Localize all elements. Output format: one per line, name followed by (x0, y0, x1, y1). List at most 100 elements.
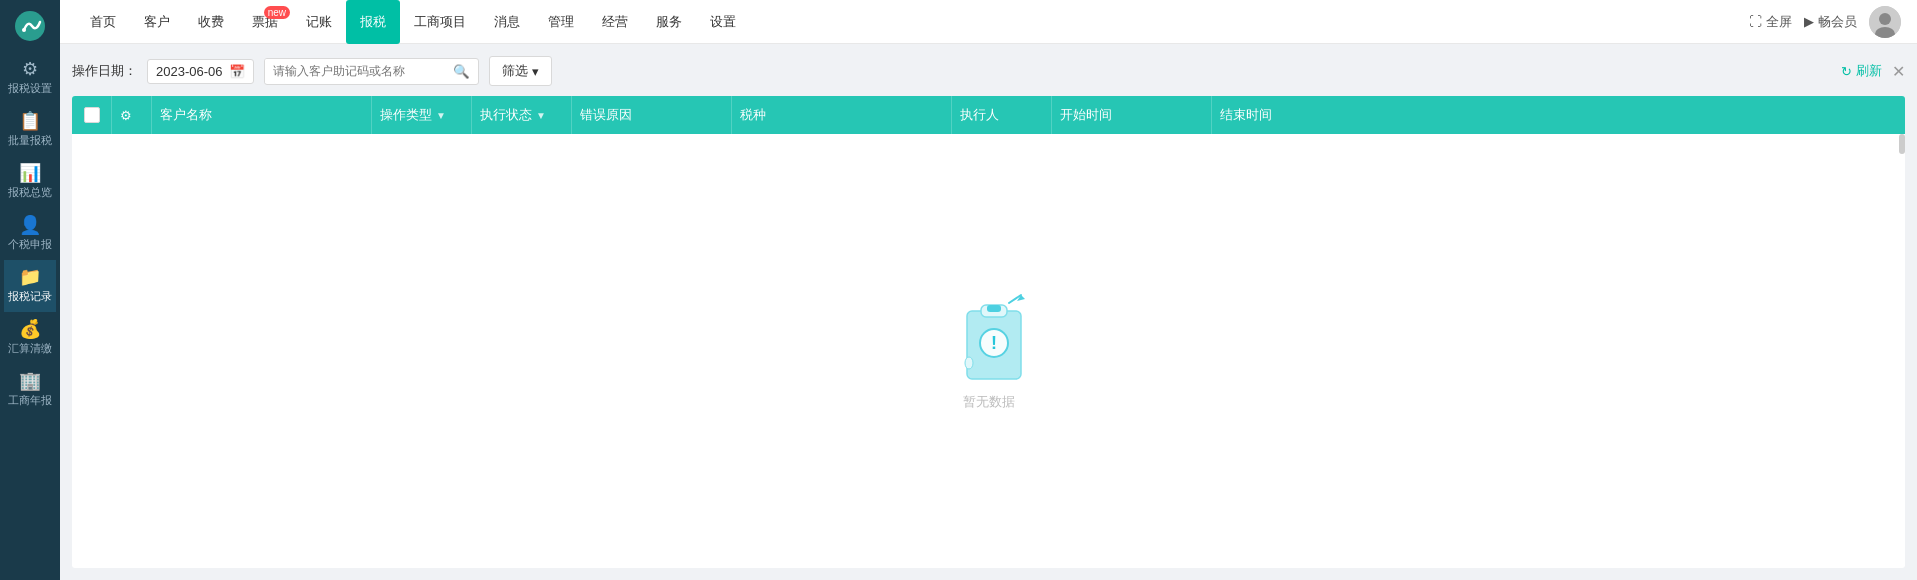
sidebar: ⚙ 报税设置📋 批量报税📊 报税总览👤 个税申报📁 报税记录💰 汇算清缴🏢 工商… (0, 0, 60, 580)
sidebar-item-baoshui-shezhi[interactable]: ⚙ 报税设置 (4, 52, 56, 104)
content-area: 操作日期： 2023-06-06 📅 🔍 筛选 ▾ ↻ 刷新 ✕ (60, 44, 1917, 580)
date-picker[interactable]: 2023-06-06 📅 (147, 59, 254, 84)
piliang-baoshui-label: 批量报税 (8, 133, 52, 148)
svg-point-0 (15, 11, 45, 41)
nav-item-jizhang[interactable]: 记账 (292, 0, 346, 44)
baoshui-zonglan-label: 报税总览 (8, 185, 52, 200)
sidebar-item-baoshui-zonglan[interactable]: 📊 报税总览 (4, 156, 56, 208)
avatar[interactable] (1869, 6, 1901, 38)
svg-text:!: ! (991, 333, 997, 353)
th-tax-type: 税种 (732, 96, 952, 134)
huisuan-jiaona-icon: 💰 (19, 320, 41, 338)
svg-point-1 (22, 28, 26, 32)
th-settings[interactable]: ⚙ (112, 96, 152, 134)
empty-state: ! 暂无数据 (929, 271, 1049, 431)
svg-rect-7 (987, 305, 1001, 312)
sort-icon-op-type: ▼ (436, 110, 446, 121)
th-op-type[interactable]: 操作类型 ▼ (372, 96, 472, 134)
th-end-time: 结束时间 (1212, 96, 1332, 134)
sort-icon-exec-status: ▼ (536, 110, 546, 121)
search-box: 🔍 (264, 58, 479, 85)
th-start-time: 开始时间 (1052, 96, 1212, 134)
geshui-shenbao-icon: 👤 (19, 216, 41, 234)
empty-illustration: ! (949, 291, 1029, 381)
app-logo[interactable] (12, 8, 48, 44)
th-start-time-label: 开始时间 (1060, 106, 1112, 124)
video-icon: ▶ (1804, 14, 1814, 29)
main-area: 首页客户收费票据new记账报税工商项目消息管理经营服务设置 ⛶ 全屏 ▶ 畅会员 (60, 0, 1917, 580)
data-table: ⚙ 客户名称 操作类型 ▼ 执行状态 ▼ 错误原因 税种 (72, 96, 1905, 568)
baoshui-shezhi-icon: ⚙ (22, 60, 38, 78)
nav-item-shezhi[interactable]: 设置 (696, 0, 750, 44)
svg-point-3 (1879, 13, 1891, 25)
sidebar-item-baoshui-jilu[interactable]: 📁 报税记录 (4, 260, 56, 312)
baoshui-shezhi-label: 报税设置 (8, 81, 52, 96)
th-exec-status-label: 执行状态 (480, 106, 532, 124)
header-checkbox[interactable] (84, 107, 100, 123)
nav-item-xiaoxi[interactable]: 消息 (480, 0, 534, 44)
member-button[interactable]: ▶ 畅会员 (1804, 13, 1857, 31)
table-header: ⚙ 客户名称 操作类型 ▼ 执行状态 ▼ 错误原因 税种 (72, 96, 1905, 134)
member-label: 畅会员 (1818, 13, 1857, 31)
nav-item-jingying[interactable]: 经营 (588, 0, 642, 44)
search-icon: 🔍 (453, 64, 470, 79)
geshui-shenbao-label: 个税申报 (8, 237, 52, 252)
huisuan-jiaona-label: 汇算清缴 (8, 341, 52, 356)
scroll-bar[interactable] (1899, 134, 1905, 154)
th-executor: 执行人 (952, 96, 1052, 134)
th-executor-label: 执行人 (960, 106, 999, 124)
table-body: ! 暂无数据 (72, 134, 1905, 568)
th-customer-name: 客户名称 (152, 96, 372, 134)
gongshang-nianbao-label: 工商年报 (8, 393, 52, 408)
date-value: 2023-06-06 (156, 64, 223, 79)
sidebar-item-huisuan-jiaona[interactable]: 💰 汇算清缴 (4, 312, 56, 364)
refresh-button[interactable]: ↻ 刷新 (1841, 62, 1882, 80)
baoshui-jilu-label: 报税记录 (8, 289, 52, 304)
fullscreen-button[interactable]: ⛶ 全屏 (1749, 13, 1792, 31)
nav-item-guanli[interactable]: 管理 (534, 0, 588, 44)
nav-item-kehu[interactable]: 客户 (130, 0, 184, 44)
th-exec-status[interactable]: 执行状态 ▼ (472, 96, 572, 134)
chevron-down-icon: ▾ (532, 64, 539, 79)
sidebar-item-gongshang-nianbao[interactable]: 🏢 工商年报 (4, 364, 56, 416)
filter-button[interactable]: 筛选 ▾ (489, 56, 552, 86)
nav-item-baoshui[interactable]: 报税 (346, 0, 400, 44)
empty-text: 暂无数据 (963, 393, 1015, 411)
calendar-icon: 📅 (229, 64, 245, 79)
search-input[interactable] (265, 59, 445, 83)
svg-rect-11 (977, 373, 1001, 377)
refresh-icon: ↻ (1841, 64, 1852, 79)
th-op-type-label: 操作类型 (380, 106, 432, 124)
svg-point-14 (965, 357, 973, 369)
nav-badge-piao-ju: new (264, 6, 290, 19)
nav-item-gongshang-xiangmu[interactable]: 工商项目 (400, 0, 480, 44)
th-checkbox[interactable] (72, 96, 112, 134)
fullscreen-label: 全屏 (1766, 13, 1792, 31)
th-tax-type-label: 税种 (740, 106, 766, 124)
sidebar-item-piliang-baoshui[interactable]: 📋 批量报税 (4, 104, 56, 156)
nav-item-fuwu[interactable]: 服务 (642, 0, 696, 44)
th-end-time-label: 结束时间 (1220, 106, 1272, 124)
th-error-reason-label: 错误原因 (580, 106, 632, 124)
piliang-baoshui-icon: 📋 (19, 112, 41, 130)
baoshui-zonglan-icon: 📊 (19, 164, 41, 182)
gongshang-nianbao-icon: 🏢 (19, 372, 41, 390)
nav-item-shoufei[interactable]: 收费 (184, 0, 238, 44)
nav-item-shouye[interactable]: 首页 (76, 0, 130, 44)
nav-item-piao-ju[interactable]: 票据new (238, 0, 292, 44)
th-customer-name-label: 客户名称 (160, 106, 212, 124)
toolbar: 操作日期： 2023-06-06 📅 🔍 筛选 ▾ ↻ 刷新 ✕ (72, 56, 1905, 86)
date-label: 操作日期： (72, 62, 137, 80)
svg-rect-10 (977, 365, 1011, 369)
close-button[interactable]: ✕ (1892, 62, 1905, 81)
baoshui-jilu-icon: 📁 (19, 268, 41, 286)
th-error-reason: 错误原因 (572, 96, 732, 134)
topnav-right: ⛶ 全屏 ▶ 畅会员 (1749, 6, 1901, 38)
search-button[interactable]: 🔍 (445, 59, 478, 84)
settings-icon: ⚙ (120, 108, 132, 123)
fullscreen-icon: ⛶ (1749, 14, 1762, 29)
top-navigation: 首页客户收费票据new记账报税工商项目消息管理经营服务设置 ⛶ 全屏 ▶ 畅会员 (60, 0, 1917, 44)
filter-label: 筛选 (502, 62, 528, 80)
sidebar-item-geshui-shenbao[interactable]: 👤 个税申报 (4, 208, 56, 260)
refresh-label: 刷新 (1856, 62, 1882, 80)
